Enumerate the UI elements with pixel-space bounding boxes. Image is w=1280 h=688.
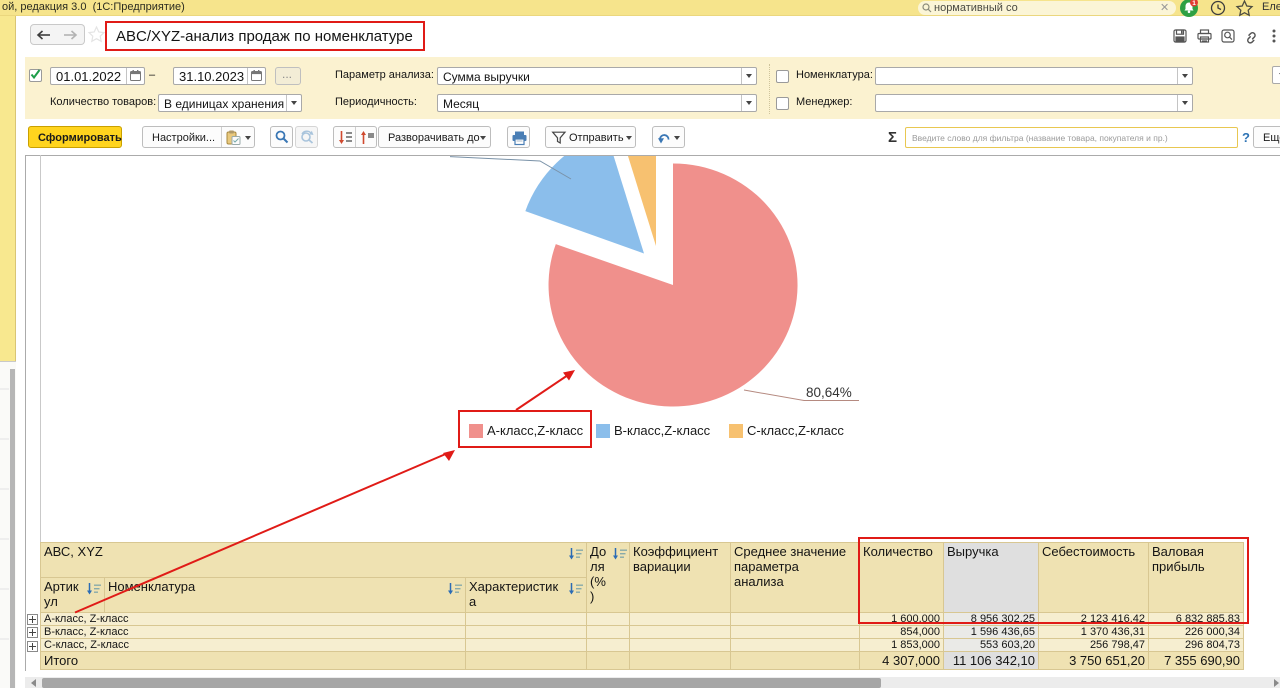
- svg-text:1: 1: [1192, 0, 1196, 7]
- svg-text:80,64%: 80,64%: [806, 385, 852, 400]
